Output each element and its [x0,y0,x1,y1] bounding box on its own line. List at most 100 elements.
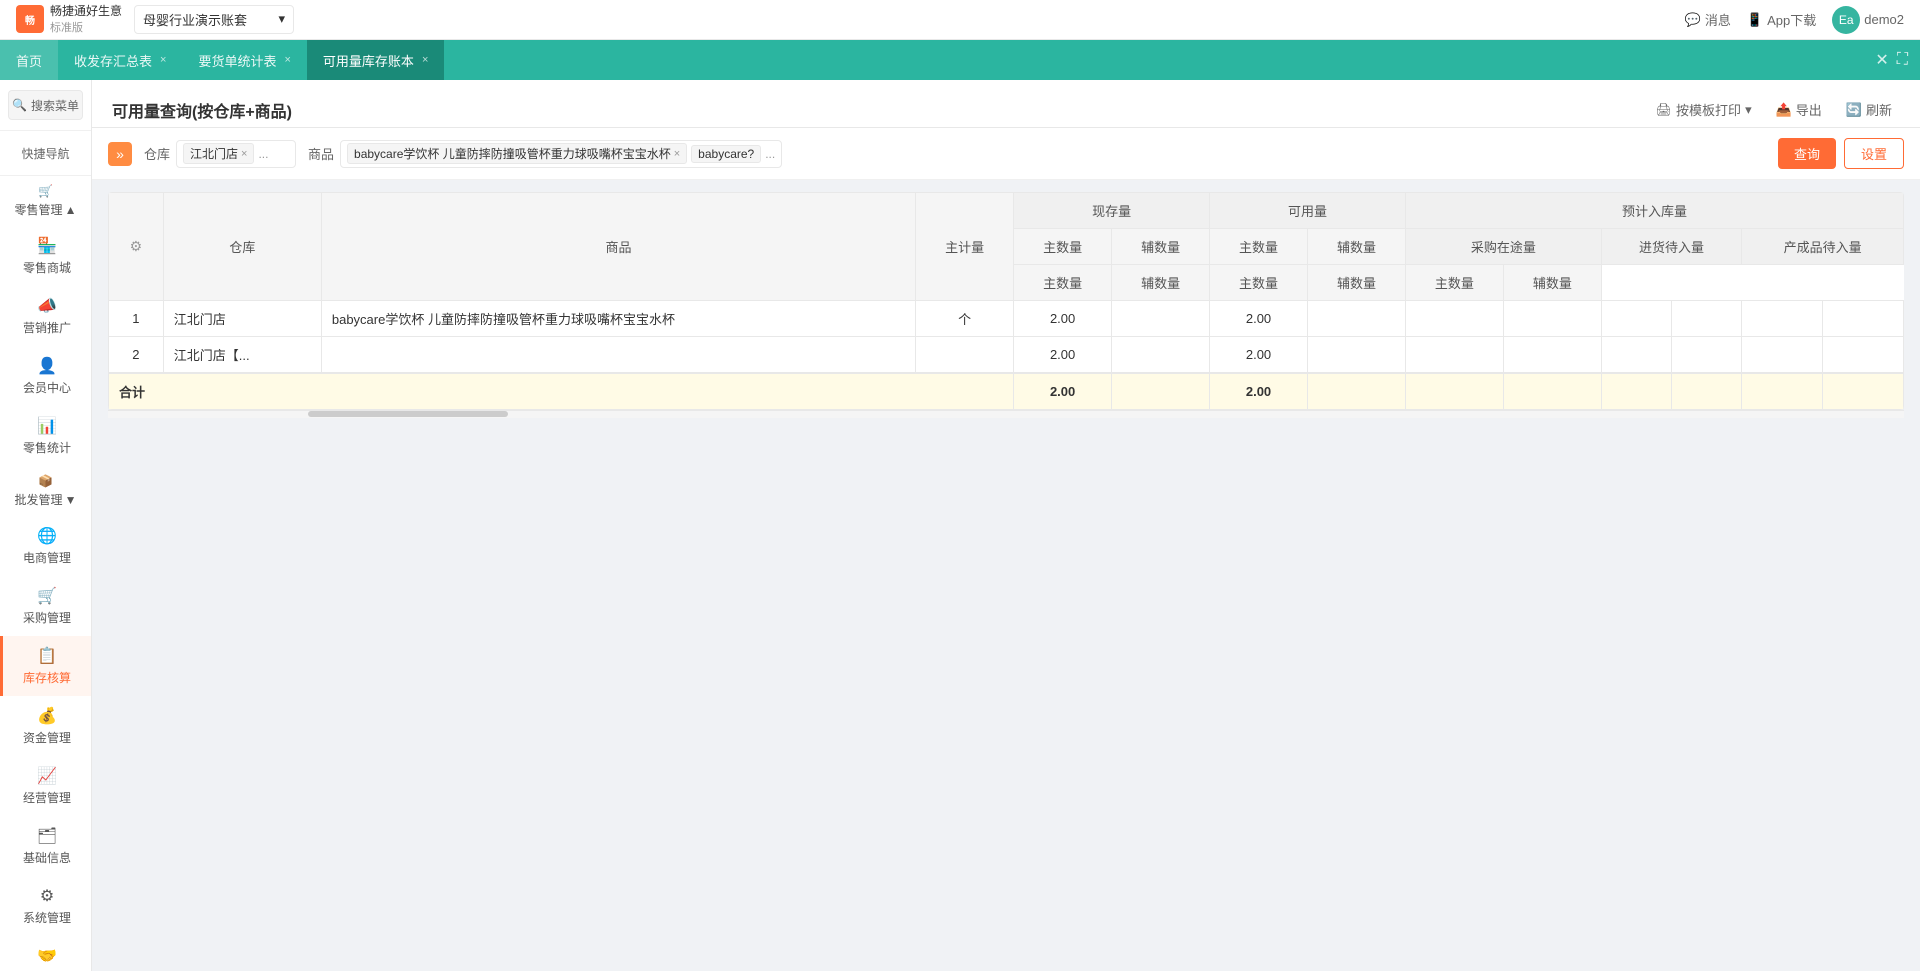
col-available-main-qty: 主数量 [1210,229,1308,265]
row2-purchase-aux [1503,337,1601,374]
sidebar-item-finance[interactable]: 💰 资金管理 [0,696,91,756]
sidebar-item-enterprise[interactable]: 🤝 企业协同 [0,936,91,971]
app-icon: 📱 [1747,12,1763,28]
tab-order-stats-close[interactable]: × [284,54,290,66]
row1-production-aux [1823,301,1904,337]
col-warehouse-header: 仓库 [163,193,321,301]
scroll-thumb[interactable] [308,411,508,417]
tab-summary[interactable]: 收发存汇总表 × [58,40,182,80]
footer-purchase-main [1405,373,1503,410]
username: demo2 [1864,12,1904,27]
sidebar-item-system[interactable]: ⚙ 系统管理 [0,876,91,936]
export-button[interactable]: 📤 导出 [1768,96,1830,123]
refresh-button[interactable]: 🔄 刷新 [1838,96,1900,123]
footer-label: 合计 [109,373,1014,410]
expand-icon[interactable]: ⛶ [1897,51,1908,69]
footer-import-main [1601,373,1671,410]
warehouse-tag-container[interactable]: 江北门店 × ... [176,140,296,168]
sidebar-item-marketing[interactable]: 📣 营销推广 [0,286,91,346]
refresh-icon: 🔄 [1846,102,1862,118]
table-row: 1 江北门店 babycare学饮杯 儿童防摔防撞吸管杯重力球吸嘴杯宝宝水杯 个… [109,301,1904,337]
app-download-action[interactable]: 📱 App下载 [1747,10,1816,29]
warehouse-tag-jiangbei: 江北门店 × [183,143,254,164]
product-label: 商品 [308,144,334,163]
col-settings[interactable]: ⚙ [109,193,164,301]
chevron-down-icon: ▾ [278,11,285,27]
marketing-icon: 📣 [37,296,57,316]
page-header: 可用量查询(按仓库+商品) 🖨 按模板打印 ▾ 📤 导出 🔄 刷新 [92,80,1920,128]
avatar: Ea [1832,6,1860,34]
tab-summary-label: 收发存汇总表 [74,51,152,70]
row2-num: 2 [109,337,164,374]
product-tag-babycare: babycare学饮杯 儿童防摔防撞吸管杯重力球吸嘴杯宝宝水杯 × [347,143,687,164]
top-bar: 畅 畅捷通好生意 标准版 母婴行业演示账套 ▾ 💬 消息 📱 App下载 Ea … [0,0,1920,40]
col-planned-in-group: 预计入库量 [1405,193,1903,229]
quick-nav: 快捷导航 [0,131,91,176]
top-bar-left: 畅 畅捷通好生意 标准版 母婴行业演示账套 ▾ [16,4,294,34]
query-button[interactable]: 查询 [1778,138,1836,169]
tab-summary-close[interactable]: × [160,54,166,66]
product-tag-container[interactable]: babycare学饮杯 儿童防摔防撞吸管杯重力球吸嘴杯宝宝水杯 × babyca… [340,140,782,168]
tab-order-stats[interactable]: 要货单统计表 × [182,40,306,80]
ecommerce-icon: 🌐 [37,526,57,546]
sidebar-search: 🔍 搜索菜单 [0,80,91,131]
col-product-header: 商品 [321,193,915,301]
sidebar-item-business[interactable]: 📈 经营管理 [0,756,91,816]
main-layout: 🔍 搜索菜单 快捷导航 🛒 零售管理 ▲ 🏪 零售商城 📣 [0,80,1920,971]
sidebar-item-retail-mgmt[interactable]: 🛒 零售管理 ▲ [0,176,91,226]
sidebar-item-basics[interactable]: 🗂 基础信息 [0,816,91,876]
search-menu-button[interactable]: 🔍 搜索菜单 [8,90,83,120]
product-tag-babycare2: babycare? [691,145,761,163]
footer-production-main [1742,373,1823,410]
row1-purchase-main [1405,301,1503,337]
member-icon: 👤 [37,356,57,376]
warehouse-filter: 仓库 江北门店 × ... [144,140,296,168]
content-area: 可用量查询(按仓库+商品) 🖨 按模板打印 ▾ 📤 导出 🔄 刷新 [92,80,1920,971]
print-template-button[interactable]: 🖨 按模板打印 ▾ [1648,96,1760,123]
settings-button[interactable]: 设置 [1844,138,1904,169]
filter-area: » 仓库 江北门店 × ... 商品 babycare学饮杯 儿童防摔防撞吸管杯… [92,128,1920,180]
warehouse-tag-close[interactable]: × [241,148,247,160]
purchase-icon: 🛒 [37,586,57,606]
sidebar-item-wholesale-mgmt[interactable]: 📦 批发管理 ▼ [0,466,91,516]
product-tag-close[interactable]: × [674,148,680,160]
print-chevron-icon: ▾ [1745,102,1752,118]
row1-import-aux [1672,301,1742,337]
sidebar-item-inventory[interactable]: 📋 库存核算 [0,636,91,696]
horizontal-scrollbar[interactable] [108,410,1904,418]
tab-available-stock[interactable]: 可用量库存账本 × [307,40,444,80]
row2-unit [916,337,1014,374]
system-icon: ⚙ [40,886,54,906]
sidebar-item-retail-stats[interactable]: 📊 零售统计 [0,406,91,466]
footer-production-aux [1823,373,1904,410]
sidebar-item-retail-mall[interactable]: 🏪 零售商城 [0,226,91,286]
row1-purchase-aux [1503,301,1601,337]
col-import-main: 主数量 [1210,265,1308,301]
search-icon: 🔍 [12,98,27,112]
product-more[interactable]: ... [765,147,775,161]
sidebar-item-member[interactable]: 👤 会员中心 [0,346,91,406]
user-profile[interactable]: Ea demo2 [1832,6,1904,34]
sidebar-item-quicknav[interactable]: 快捷导航 [0,137,91,169]
row2-import-aux [1672,337,1742,374]
message-icon: 💬 [1685,12,1701,28]
sidebar-item-ecommerce[interactable]: 🌐 电商管理 [0,516,91,576]
tab-available-stock-close[interactable]: × [422,54,428,66]
expand-filter-button[interactable]: » [108,142,132,166]
warehouse-more[interactable]: ... [258,147,268,161]
table-row: 2 江北门店【... 2.00 2.00 [109,337,1904,374]
row1-import-main [1601,301,1671,337]
message-action[interactable]: 💬 消息 [1685,10,1731,29]
row2-import-main [1601,337,1671,374]
close-all-tabs-icon[interactable]: ✕ [1875,50,1888,70]
page-actions: 🖨 按模板打印 ▾ 📤 导出 🔄 刷新 [1648,96,1900,123]
sidebar-menu: 🛒 零售管理 ▲ 🏪 零售商城 📣 营销推广 👤 会员中心 📊 零售统计 [0,176,91,971]
sidebar: 🔍 搜索菜单 快捷导航 🛒 零售管理 ▲ 🏪 零售商城 📣 [0,80,92,971]
row1-unit: 个 [916,301,1014,337]
tab-home[interactable]: 首页 [0,40,58,80]
row1-available-aux [1308,301,1406,337]
industry-selector[interactable]: 母婴行业演示账套 ▾ [134,5,294,34]
product-filter: 商品 babycare学饮杯 儿童防摔防撞吸管杯重力球吸嘴杯宝宝水杯 × bab… [308,140,782,168]
col-purchase-group: 采购在途量 [1405,229,1601,265]
sidebar-item-purchase[interactable]: 🛒 采购管理 [0,576,91,636]
